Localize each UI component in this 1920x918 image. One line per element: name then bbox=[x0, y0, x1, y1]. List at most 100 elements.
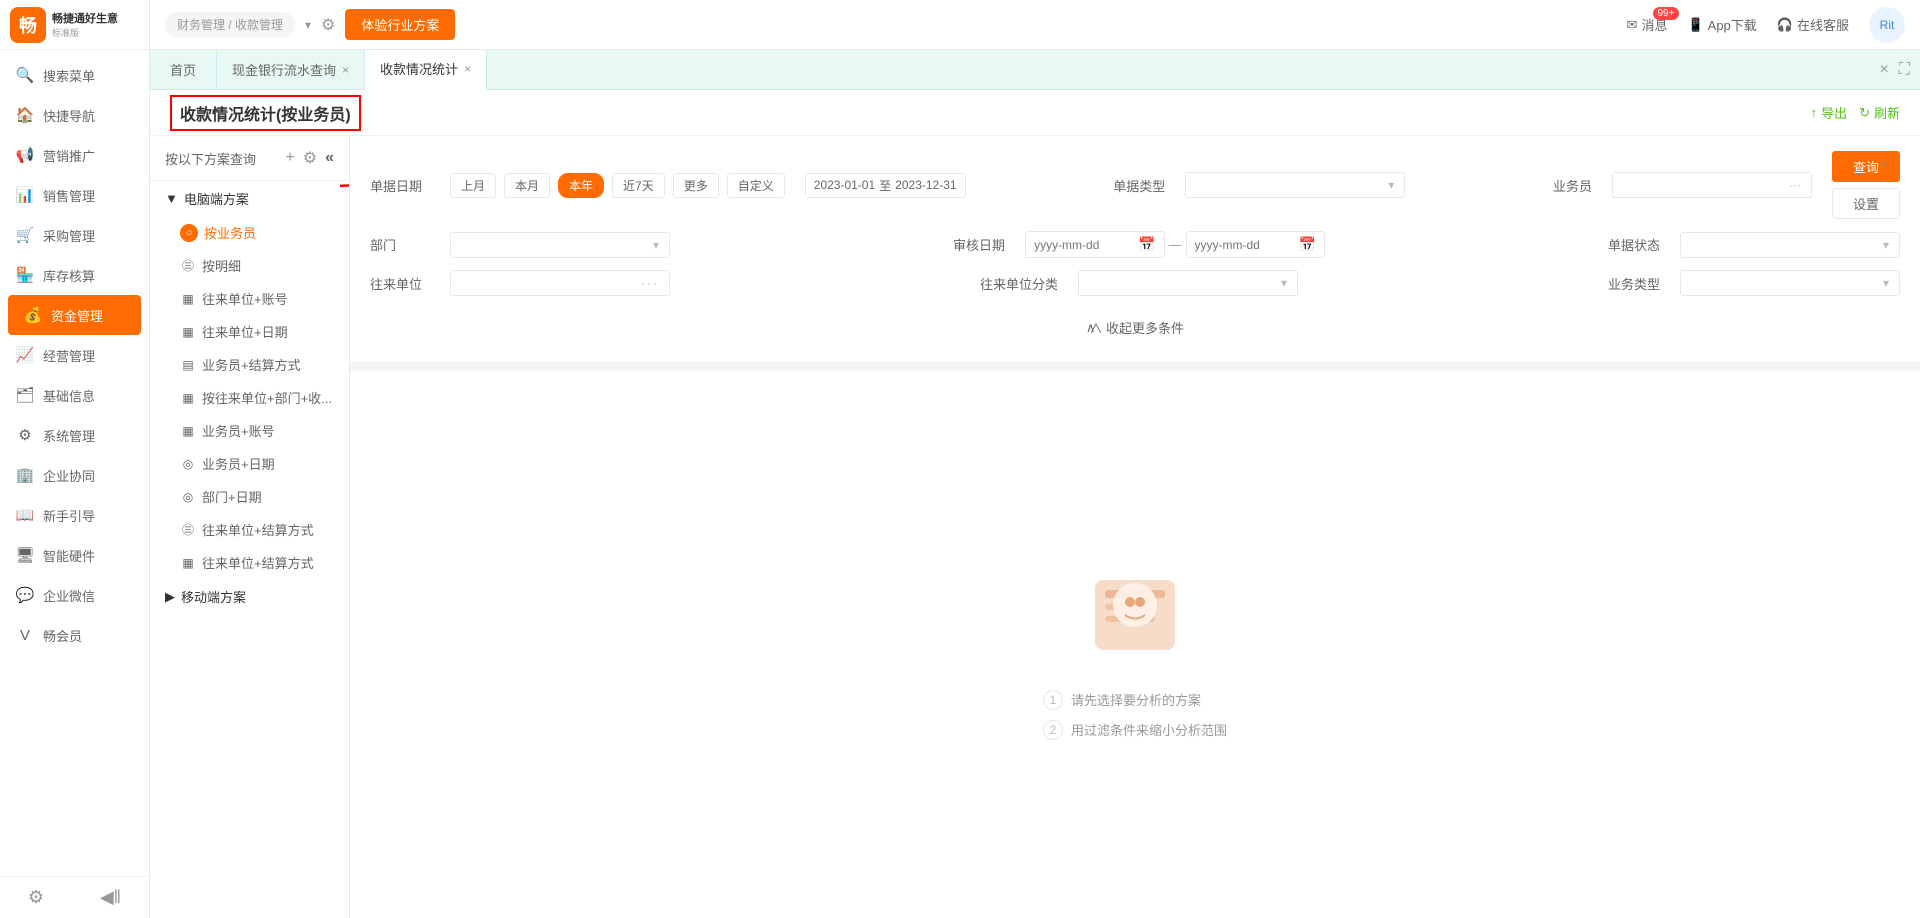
date-range-to: 2023-12-31 bbox=[895, 178, 956, 192]
date-btn-this-month[interactable]: 本月 bbox=[504, 173, 550, 198]
date-btn-more[interactable]: 更多 bbox=[673, 173, 719, 198]
audit-date-to[interactable]: 📅 bbox=[1186, 231, 1325, 258]
scheme-icon-2: ▦ bbox=[180, 291, 196, 307]
settings-bottom-icon[interactable]: ⚙ bbox=[28, 887, 44, 908]
header-left: 财务管理 / 收款管理 ▾ ⚙ 体验行业方案 bbox=[165, 9, 455, 40]
sidebar-item-system[interactable]: ⚙ 系统管理 bbox=[0, 415, 149, 455]
window-close-icon[interactable]: × bbox=[1879, 61, 1888, 79]
date-btn-last-month[interactable]: 上月 bbox=[450, 173, 496, 198]
tab-receipts[interactable]: 收款情况统计 × bbox=[365, 50, 487, 90]
scheme-item-1[interactable]: ㊂ 按明细 bbox=[150, 249, 349, 282]
audit-date-from[interactable]: 📅 bbox=[1025, 231, 1164, 258]
scheme-item-8[interactable]: ◎ 部门+日期 bbox=[150, 480, 349, 513]
marketing-icon: 📢 bbox=[15, 145, 35, 165]
collapse-panel-icon[interactable]: « bbox=[325, 149, 334, 167]
date-buttons-group: 上月 本月 本年 近7天 更多 自定义 bbox=[450, 173, 785, 198]
audit-date-to-input[interactable] bbox=[1195, 238, 1295, 252]
empty-state-area: 1 请先选择要分析的方案 2 用过滤条件来缩小分析范围 bbox=[350, 371, 1920, 918]
calendar-to-icon[interactable]: 📅 bbox=[1299, 236, 1316, 253]
sidebar-item-basic[interactable]: 🗂 基础信息 bbox=[0, 375, 149, 415]
panel-title: 按以下方案查询 bbox=[165, 149, 256, 168]
sidebar-bottom: ⚙ ◀‖ bbox=[0, 876, 149, 918]
empty-tip-1: 1 请先选择要分析的方案 bbox=[1043, 690, 1227, 710]
date-btn-this-year[interactable]: 本年 bbox=[558, 173, 604, 198]
breadcrumb: 财务管理 / 收款管理 bbox=[165, 12, 295, 37]
query-button[interactable]: 查询 bbox=[1832, 151, 1900, 182]
doc-type-select[interactable]: ▾ bbox=[1185, 172, 1405, 198]
filter-row-1: 单据日期 上月 本月 本年 近7天 更多 自定义 2023-01-01 至 20… bbox=[370, 151, 1900, 219]
counterparty-type-select[interactable]: ▾ bbox=[1078, 270, 1298, 296]
tab-receipts-close[interactable]: × bbox=[464, 62, 471, 76]
scheme-item-9[interactable]: ㊂ 往来单位+结算方式 bbox=[150, 513, 349, 546]
app-download-button[interactable]: 📱 App下载 bbox=[1687, 15, 1756, 34]
sidebar-item-member[interactable]: V 畅会员 bbox=[0, 615, 149, 655]
refresh-button[interactable]: ↻ 刷新 bbox=[1859, 103, 1900, 122]
biz-type-select[interactable]: ▾ bbox=[1680, 270, 1900, 296]
scheme-item-5[interactable]: ▦ 按往来单位+部门+收... bbox=[150, 381, 349, 414]
tab-cashflow[interactable]: 现金银行流水查询 × bbox=[217, 50, 365, 90]
online-service-button[interactable]: 🎧 在线客服 bbox=[1777, 15, 1849, 34]
sidebar-item-quicknav[interactable]: 🏠 快捷导航 bbox=[0, 95, 149, 135]
purchase-icon: 🛒 bbox=[15, 225, 35, 245]
calendar-from-icon[interactable]: 📅 bbox=[1138, 236, 1155, 253]
sidebar-item-enterprise[interactable]: 🏢 企业协同 bbox=[0, 455, 149, 495]
sidebar-item-purchase[interactable]: 🛒 采购管理 bbox=[0, 215, 149, 255]
dept-label: 部门 bbox=[370, 235, 430, 254]
tab-home[interactable]: 首页 bbox=[150, 50, 217, 90]
tab-bar: 首页 现金银行流水查询 × 收款情况统计 × × ⛶ bbox=[150, 50, 1920, 90]
avatar[interactable]: Rit bbox=[1869, 7, 1905, 43]
sidebar-item-marketing[interactable]: 📢 营销推广 bbox=[0, 135, 149, 175]
scheme-item-7[interactable]: ◎ 业务员+日期 bbox=[150, 447, 349, 480]
scheme-icon-1: ㊂ bbox=[180, 258, 196, 274]
sidebar-item-guide[interactable]: 📖 新手引导 bbox=[0, 495, 149, 535]
date-btn-custom[interactable]: 自定义 bbox=[727, 173, 785, 198]
download-icon: 📱 bbox=[1687, 17, 1703, 33]
sidebar-item-operations[interactable]: 📈 经营管理 bbox=[0, 335, 149, 375]
scheme-item-10[interactable]: ▦ 往来单位+结算方式 bbox=[150, 546, 349, 579]
sidebar-item-hardware[interactable]: 🖥 智能硬件 bbox=[0, 535, 149, 575]
scheme-item-4[interactable]: ▤ 业务员+结算方式 bbox=[150, 348, 349, 381]
sidebar-item-finance[interactable]: 💰 资金管理 bbox=[8, 295, 141, 335]
counterparty-select[interactable]: ··· bbox=[450, 270, 670, 296]
active-scheme-icon: ○ bbox=[180, 224, 198, 242]
counterparty-more-icon: ··· bbox=[641, 276, 659, 290]
breadcrumb-dropdown-icon[interactable]: ▾ bbox=[305, 18, 311, 32]
window-maximize-icon[interactable]: ⛶ bbox=[1899, 61, 1910, 79]
settings-button[interactable]: 设置 bbox=[1832, 188, 1900, 219]
date-btn-7days[interactable]: 近7天 bbox=[612, 173, 665, 198]
export-button[interactable]: ↑ 导出 bbox=[1811, 103, 1848, 122]
audit-date-from-input[interactable] bbox=[1034, 238, 1134, 252]
doc-status-select[interactable]: ▾ bbox=[1680, 232, 1900, 258]
scheme-item-3[interactable]: ▦ 往来单位+日期 bbox=[150, 315, 349, 348]
trial-button[interactable]: 体验行业方案 bbox=[345, 9, 455, 40]
dept-select[interactable]: ▾ bbox=[450, 232, 670, 258]
tip-number-1: 1 bbox=[1043, 690, 1063, 710]
collapse-sidebar-icon[interactable]: ◀‖ bbox=[100, 887, 121, 908]
scheme-item-2[interactable]: ▦ 往来单位+账号 bbox=[150, 282, 349, 315]
member-icon: V bbox=[15, 625, 35, 645]
sidebar-item-inventory[interactable]: 🏪 库存核算 bbox=[0, 255, 149, 295]
scheme-item-0[interactable]: ○ 按业务员 bbox=[150, 216, 349, 249]
tab-cashflow-close[interactable]: × bbox=[342, 63, 349, 77]
mobile-group-header[interactable]: ▶ 移动端方案 bbox=[150, 579, 349, 614]
add-scheme-button[interactable]: + bbox=[285, 149, 294, 167]
scheme-icon-3: ▦ bbox=[180, 324, 196, 340]
date-range-from: 2023-01-01 bbox=[814, 178, 875, 192]
scheme-item-6[interactable]: ▦ 业务员+账号 bbox=[150, 414, 349, 447]
biz-type-label: 业务类型 bbox=[1608, 274, 1660, 293]
scheme-settings-icon[interactable]: ⚙ bbox=[303, 148, 317, 168]
date-label: 单据日期 bbox=[370, 176, 430, 195]
message-icon: ✉ bbox=[1627, 17, 1638, 33]
salesman-select[interactable]: ··· bbox=[1612, 172, 1812, 198]
sidebar-item-wechat[interactable]: 💬 企业微信 bbox=[0, 575, 149, 615]
messages-button[interactable]: ✉ 消息 99+ bbox=[1627, 15, 1668, 34]
hardware-icon: 🖥 bbox=[15, 545, 35, 565]
desktop-group-header[interactable]: ▼ 电脑端方案 bbox=[150, 181, 349, 216]
collapse-conditions-button[interactable]: ∧ ∧ 收起更多条件 bbox=[370, 308, 1900, 347]
scheme-section: ▼ 电脑端方案 ○ 按业务员 ㊂ 按明细 ▦ 往来单位+账号 bbox=[150, 181, 349, 614]
sidebar-item-search[interactable]: 🔍 搜索菜单 bbox=[0, 55, 149, 95]
enterprise-icon: 🏢 bbox=[15, 465, 35, 485]
sidebar-item-sales[interactable]: 📊 销售管理 bbox=[0, 175, 149, 215]
message-badge: 99+ bbox=[1653, 7, 1680, 20]
header-gear-icon[interactable]: ⚙ bbox=[321, 15, 335, 35]
